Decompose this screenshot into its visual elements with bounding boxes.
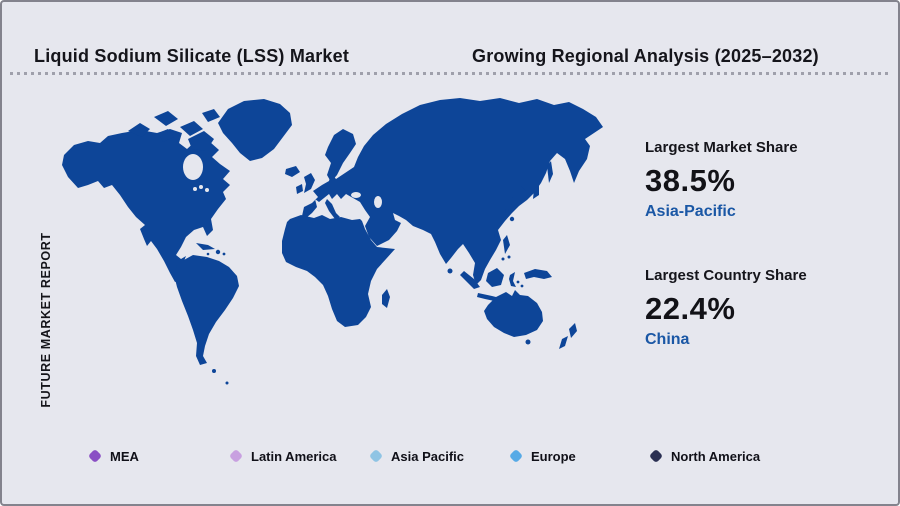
legend-dot-europe bbox=[508, 448, 524, 464]
stat-region: China bbox=[645, 331, 690, 348]
legend-label: Latin America bbox=[251, 448, 337, 464]
legend-item-asia-pacific: Asia Pacific bbox=[368, 448, 464, 464]
infographic-frame: Liquid Sodium Silicate (LSS) Market Grow… bbox=[0, 0, 900, 506]
legend-item-mea: MEA bbox=[87, 448, 139, 464]
stat-market-share: Largest Market Share 38.5% Asia-Pacific bbox=[645, 139, 895, 221]
legend-dot-latin-america bbox=[228, 448, 244, 464]
page-title: Liquid Sodium Silicate (LSS) Market bbox=[34, 46, 350, 66]
stat-country-share: Largest Country Share 22.4% China bbox=[645, 267, 895, 349]
legend-label: MEA bbox=[110, 448, 139, 464]
subtitle-regional-analysis: Growing Regional Analysis (2025–2032) bbox=[472, 46, 819, 66]
stat-label: Largest Country Share bbox=[645, 267, 807, 284]
stat-value: 38.5% bbox=[645, 163, 736, 198]
stat-label: Largest Market Share bbox=[645, 139, 798, 156]
brand-vertical-text: FUTURE MARKET REPORT bbox=[39, 232, 53, 408]
dashed-divider bbox=[10, 72, 890, 75]
legend-item-europe: Europe bbox=[508, 448, 576, 464]
legend-item-north-america: North America bbox=[648, 448, 761, 464]
legend-label: Europe bbox=[531, 448, 576, 464]
world-map bbox=[60, 89, 612, 427]
legend-dot-north-america bbox=[648, 448, 664, 464]
stat-region: Asia-Pacific bbox=[645, 203, 736, 220]
stats-panel: Largest Market Share 38.5% Asia-Pacific … bbox=[645, 139, 895, 395]
legend-dot-mea bbox=[87, 448, 103, 464]
world-map-svg bbox=[62, 98, 603, 385]
legend-label: North America bbox=[671, 448, 761, 464]
legend-item-latin-america: Latin America bbox=[228, 448, 337, 464]
stat-value: 22.4% bbox=[645, 291, 736, 326]
legend-dot-asia-pacific bbox=[368, 448, 384, 464]
legend-label: Asia Pacific bbox=[391, 448, 464, 464]
